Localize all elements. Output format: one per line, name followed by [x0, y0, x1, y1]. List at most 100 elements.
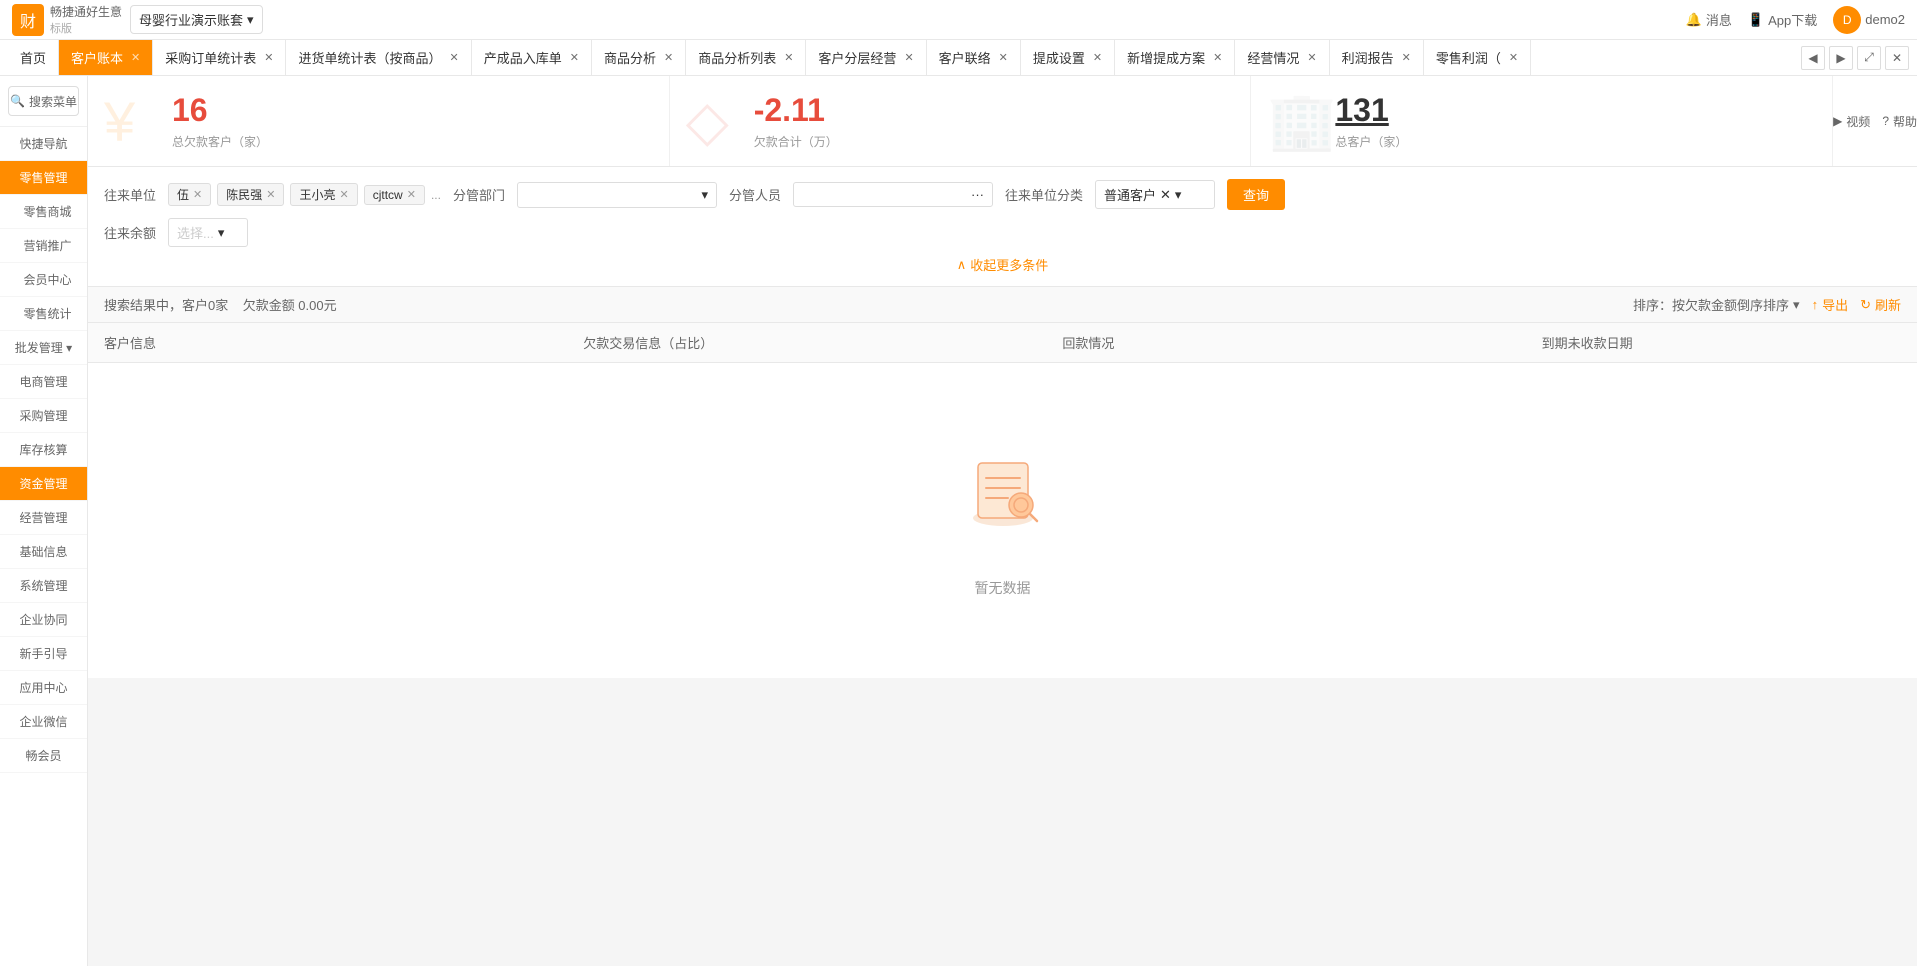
tab-customer-contact[interactable]: 客户联络 ✕ [927, 40, 1021, 76]
table-header: 客户信息 欠款交易信息（占比） 回款情况 到期未收款日期 [88, 323, 1917, 363]
sidebar-item-purchase[interactable]: 采购管理 [0, 399, 87, 433]
user-menu[interactable]: D demo2 [1833, 6, 1905, 34]
filter-more-btn[interactable]: ... [431, 188, 441, 202]
tab-profit-report[interactable]: 利润报告 ✕ [1330, 40, 1424, 76]
tab-close-business[interactable]: ✕ [1307, 51, 1316, 64]
dept-select[interactable]: ▾ [517, 182, 717, 208]
tab-customer-tier[interactable]: 客户分层经营 ✕ [806, 40, 926, 76]
sidebar-item-retail-stats[interactable]: 零售统计 [0, 297, 87, 331]
nav-controls: ◀ ▶ ⤢ ✕ [1801, 46, 1909, 70]
filter-row-1: 往来单位 伍 ✕ 陈民强 ✕ 王小亮 ✕ cjttcw [104, 179, 1901, 210]
stat-info-debt: -2.11 欠款合计（万） [754, 92, 838, 150]
stat-bg-icon-debt: ◇ [686, 88, 729, 154]
tab-retail-profit[interactable]: 零售利润（ ✕ [1424, 40, 1531, 76]
app-download-btn[interactable]: 📱 App下载 [1748, 10, 1817, 29]
video-help-btn[interactable]: ▶ 视频 [1833, 113, 1870, 130]
message-btn[interactable]: 🔔 消息 [1686, 10, 1732, 29]
person-select[interactable]: ··· [793, 182, 993, 207]
tab-close-customer[interactable]: ✕ [131, 51, 140, 64]
tab-home[interactable]: 首页 [8, 40, 59, 76]
chevron-down-icon: ▾ [247, 12, 254, 28]
tab-close-customer-tier[interactable]: ✕ [904, 51, 913, 64]
tab-close-profit-report[interactable]: ✕ [1402, 51, 1411, 64]
logo-icon: 财 [12, 4, 44, 36]
col-header-debt: 欠款交易信息（占比） [583, 333, 1062, 352]
tab-stock-stats[interactable]: 进货单统计表（按商品） ✕ [286, 40, 471, 76]
sidebar-item-wechat[interactable]: 企业微信 [0, 705, 87, 739]
tab-customer[interactable]: 客户账本 ✕ [59, 40, 153, 76]
nav-next-btn[interactable]: ▶ [1829, 46, 1853, 70]
nav-tabs: 首页 客户账本 ✕ 采购订单统计表 ✕ 进货单统计表（按商品） ✕ 产成品入库单… [0, 40, 1917, 76]
tab-close-new-raise[interactable]: ✕ [1213, 51, 1222, 64]
tab-goods-list[interactable]: 商品分析列表 ✕ [686, 40, 806, 76]
tab-purchase-order[interactable]: 采购订单统计表 ✕ [153, 40, 286, 76]
result-actions: 排序：按欠款金额倒序排序 ▾ ↑ 导出 ↻ 刷新 [1633, 295, 1901, 314]
chevron-down-icon: ▾ [1793, 297, 1800, 313]
stat-value-customers: 16 [172, 92, 268, 129]
nav-prev-btn[interactable]: ◀ [1801, 46, 1825, 70]
nav-close-all-btn[interactable]: ✕ [1885, 46, 1909, 70]
sidebar-item-member[interactable]: 会员中心 [0, 263, 87, 297]
sidebar-item-app-center[interactable]: 应用中心 [0, 671, 87, 705]
tab-close-stock-stats[interactable]: ✕ [450, 51, 459, 64]
filter-person-label: 分管人员 [729, 185, 781, 204]
tab-close-customer-contact[interactable]: ✕ [999, 51, 1008, 64]
help-btn[interactable]: ? 帮助 [1882, 113, 1917, 130]
tab-close-retail-profit[interactable]: ✕ [1509, 51, 1518, 64]
chevron-down-icon: ▾ [701, 187, 708, 203]
nav-expand-btn[interactable]: ⤢ [1857, 46, 1881, 70]
search-menu-btn[interactable]: 🔍 搜索菜单 [8, 86, 79, 116]
sidebar-item-basic[interactable]: 基础信息 [0, 535, 87, 569]
sidebar-item-vip[interactable]: 畅会员 [0, 739, 87, 773]
sidebar-item-wholesale[interactable]: 批发管理 ▾ [0, 331, 87, 365]
filter-area: 往来单位 伍 ✕ 陈民强 ✕ 王小亮 ✕ cjttcw [88, 167, 1917, 287]
filter-tag-chen: 陈民强 ✕ [217, 183, 284, 206]
collapse-btn[interactable]: ∧ 收起更多条件 [104, 255, 1901, 274]
sidebar-item-system[interactable]: 系统管理 [0, 569, 87, 603]
tab-goods-analysis[interactable]: 商品分析 ✕ [592, 40, 686, 76]
empty-icon [953, 443, 1053, 562]
sidebar-item-operations[interactable]: 经营管理 [0, 501, 87, 535]
stat-value-debt: -2.11 [754, 92, 838, 129]
query-btn[interactable]: 查询 [1227, 179, 1285, 210]
remove-unit-class[interactable]: ✕ [1160, 187, 1171, 203]
refresh-btn[interactable]: ↻ 刷新 [1860, 295, 1901, 314]
tab-close-product-stock[interactable]: ✕ [570, 51, 579, 64]
export-btn[interactable]: ↑ 导出 [1812, 295, 1849, 314]
sidebar-item-retail-mall[interactable]: 零售商城 [0, 195, 87, 229]
unit-class-select[interactable]: 普通客户 ✕ ▾ [1095, 180, 1215, 209]
arrow-icon: ▾ [66, 341, 72, 355]
tab-product-stock[interactable]: 产成品入库单 ✕ [472, 40, 592, 76]
remove-tag-cj[interactable]: ✕ [407, 188, 416, 201]
sidebar-item-ecommerce[interactable]: 电商管理 [0, 365, 87, 399]
remove-tag-wu[interactable]: ✕ [193, 188, 202, 201]
stat-total-debt-amount: ◇ -2.11 欠款合计（万） [670, 76, 1252, 166]
main-layout: 🔍 搜索菜单 快捷导航 零售管理 零售商城 营销推广 会员中心 零售统计 批发管… [0, 76, 1917, 966]
remove-tag-chen[interactable]: ✕ [266, 188, 275, 201]
chevron-down-icon: ▾ [218, 225, 225, 241]
account-dropdown[interactable]: 母婴行业演示账套 ▾ [130, 5, 263, 34]
sidebar-item-guide[interactable]: 新手引导 [0, 637, 87, 671]
tab-close-raise-settings[interactable]: ✕ [1093, 51, 1102, 64]
sidebar-item-inventory[interactable]: 库存核算 [0, 433, 87, 467]
tab-new-raise[interactable]: 新增提成方案 ✕ [1115, 40, 1235, 76]
sidebar-item-retail[interactable]: 零售管理 [0, 161, 87, 195]
col-header-customer: 客户信息 [104, 333, 583, 352]
tab-close-goods-analysis[interactable]: ✕ [664, 51, 673, 64]
sidebar-item-marketing[interactable]: 营销推广 [0, 229, 87, 263]
remove-tag-wang[interactable]: ✕ [340, 188, 349, 201]
sidebar-item-enterprise[interactable]: 企业协同 [0, 603, 87, 637]
tab-close-goods-list[interactable]: ✕ [784, 51, 793, 64]
question-icon: ? [1882, 114, 1889, 128]
chevron-down-icon: ▾ [1175, 187, 1182, 203]
tab-raise-settings[interactable]: 提成设置 ✕ [1021, 40, 1115, 76]
export-icon: ↑ [1812, 297, 1819, 312]
sort-dropdown[interactable]: 排序：按欠款金额倒序排序 ▾ [1633, 295, 1800, 314]
logo-area: 财 畅捷通好生意 标版 [12, 3, 122, 36]
tab-close-purchase-order[interactable]: ✕ [264, 51, 273, 64]
balance-input[interactable]: 选择... ▾ [168, 218, 248, 247]
sidebar-item-finance[interactable]: 资金管理 [0, 467, 87, 501]
tab-business[interactable]: 经营情况 ✕ [1235, 40, 1329, 76]
sidebar-item-quick-nav[interactable]: 快捷导航 [0, 127, 87, 161]
stat-label-customers: 总欠款客户（家） [172, 133, 268, 150]
